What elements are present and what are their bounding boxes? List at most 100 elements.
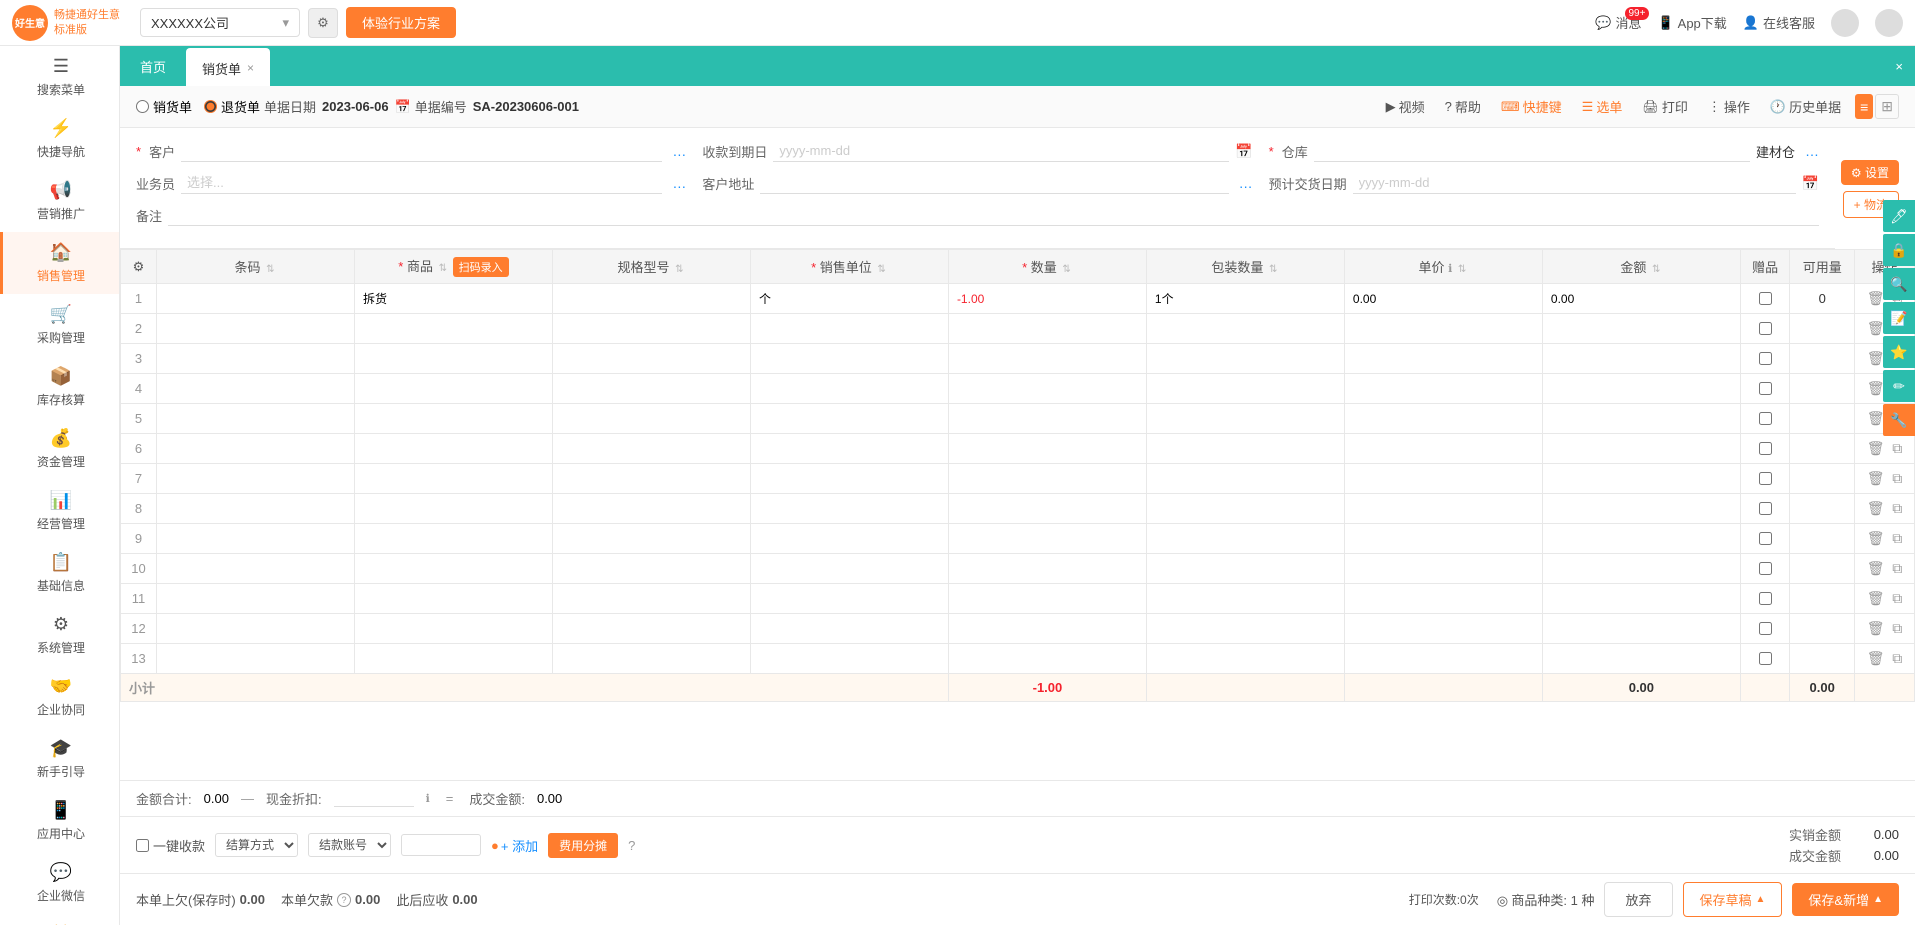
- row-spec[interactable]: [552, 494, 750, 524]
- row-unit[interactable]: [750, 614, 948, 644]
- row-price[interactable]: [1344, 464, 1542, 494]
- sidebar-item-quick-nav[interactable]: ⚡ 快捷导航: [0, 108, 119, 170]
- row-qty[interactable]: [948, 314, 1146, 344]
- row-gift[interactable]: [1740, 644, 1790, 674]
- row-amount[interactable]: [1542, 584, 1740, 614]
- row-product[interactable]: [354, 434, 552, 464]
- grid-view-btn[interactable]: ⊞: [1875, 94, 1899, 119]
- avatar[interactable]: [1831, 9, 1859, 37]
- help-btn[interactable]: ? 帮助: [1439, 94, 1487, 119]
- row-unit[interactable]: [750, 374, 948, 404]
- row-qty[interactable]: [948, 584, 1146, 614]
- copy-row-button[interactable]: ⧉: [1890, 588, 1904, 609]
- row-unit[interactable]: [750, 464, 948, 494]
- goods-type[interactable]: ◎ 商品种类: 1 种: [1497, 890, 1595, 909]
- sidebar-item-member[interactable]: 👑 畅会员: [0, 914, 119, 925]
- row-gift[interactable]: [1740, 374, 1790, 404]
- row-price[interactable]: [1344, 374, 1542, 404]
- row-gift[interactable]: [1740, 494, 1790, 524]
- customer-input[interactable]: [181, 140, 662, 162]
- tab-close-icon[interactable]: ×: [247, 61, 254, 75]
- warehouse-input[interactable]: [1314, 140, 1750, 162]
- payment-amount-input[interactable]: [401, 834, 481, 856]
- row-unit[interactable]: [750, 404, 948, 434]
- row-gift[interactable]: [1740, 614, 1790, 644]
- scan-barcode-button[interactable]: 扫码录入: [453, 257, 509, 277]
- row-amount[interactable]: [1542, 464, 1740, 494]
- row-pkgqty[interactable]: [1146, 404, 1344, 434]
- row-unit[interactable]: [750, 644, 948, 674]
- row-qty[interactable]: [948, 404, 1146, 434]
- settings-button[interactable]: ⚙ 设置: [1841, 160, 1899, 185]
- sidebar-item-sales[interactable]: 🏠 销售管理: [0, 232, 119, 294]
- row-barcode[interactable]: [157, 644, 355, 674]
- copy-row-button[interactable]: ⧉: [1890, 468, 1904, 489]
- row-barcode[interactable]: [157, 434, 355, 464]
- sidebar-item-collab[interactable]: 🤝 企业协同: [0, 666, 119, 728]
- sidebar-item-marketing[interactable]: 📢 营销推广: [0, 170, 119, 232]
- row-pkgqty[interactable]: [1146, 314, 1344, 344]
- row-amount[interactable]: [1542, 374, 1740, 404]
- sidebar-item-inventory[interactable]: 📦 库存核算: [0, 356, 119, 418]
- add-payment-button[interactable]: ● + 添加: [491, 836, 538, 855]
- sidebar-item-finance[interactable]: 💰 资金管理: [0, 418, 119, 480]
- row-product[interactable]: [354, 494, 552, 524]
- salesperson-input[interactable]: [181, 172, 662, 194]
- row-barcode[interactable]: [157, 314, 355, 344]
- col-settings-header[interactable]: ⚙: [121, 250, 157, 284]
- row-unit[interactable]: [750, 284, 948, 314]
- payment-date-input[interactable]: [773, 140, 1229, 162]
- spec-sort-icon[interactable]: ⇅: [675, 264, 683, 275]
- select-btn[interactable]: ☰ 选单: [1576, 94, 1629, 119]
- amount-sort-icon[interactable]: ⇅: [1652, 264, 1660, 275]
- print-btn[interactable]: 🖨 打印: [1636, 94, 1694, 119]
- sidebar-item-operations[interactable]: 📊 经营管理: [0, 480, 119, 542]
- row-pkgqty[interactable]: [1146, 584, 1344, 614]
- row-qty[interactable]: [948, 464, 1146, 494]
- row-barcode[interactable]: [157, 554, 355, 584]
- row-pkgqty[interactable]: [1146, 464, 1344, 494]
- row-product[interactable]: [354, 554, 552, 584]
- sidebar-item-purchase[interactable]: 🛒 采购管理: [0, 294, 119, 356]
- fee-help-icon[interactable]: ?: [628, 838, 635, 853]
- row-price[interactable]: [1344, 344, 1542, 374]
- row-unit[interactable]: [750, 524, 948, 554]
- row-qty[interactable]: [948, 524, 1146, 554]
- row-spec[interactable]: [552, 374, 750, 404]
- online-support-button[interactable]: 👤 在线客服: [1743, 13, 1815, 32]
- row-amount[interactable]: [1542, 404, 1740, 434]
- row-price[interactable]: [1344, 644, 1542, 674]
- row-gift[interactable]: [1740, 434, 1790, 464]
- row-amount[interactable]: [1542, 494, 1740, 524]
- sidebar-item-system[interactable]: ⚙ 系统管理: [0, 604, 119, 666]
- row-qty[interactable]: [948, 494, 1146, 524]
- price-sort-icon[interactable]: ⇅: [1458, 264, 1466, 275]
- row-pkgqty[interactable]: [1146, 284, 1344, 314]
- row-pkgqty[interactable]: [1146, 554, 1344, 584]
- row-spec[interactable]: [552, 464, 750, 494]
- row-barcode[interactable]: [157, 374, 355, 404]
- row-barcode[interactable]: [157, 464, 355, 494]
- row-pkgqty[interactable]: [1146, 494, 1344, 524]
- operations-btn[interactable]: ⋮ 操作: [1702, 94, 1756, 119]
- row-gift[interactable]: [1740, 404, 1790, 434]
- sidebar-item-search[interactable]: ☰ 搜索菜单: [0, 46, 119, 108]
- row-qty[interactable]: [948, 554, 1146, 584]
- calendar-icon[interactable]: 📅: [395, 99, 411, 115]
- row-product[interactable]: [354, 314, 552, 344]
- row-unit[interactable]: [750, 344, 948, 374]
- abandon-button[interactable]: 放弃: [1604, 882, 1672, 917]
- row-pkgqty[interactable]: [1146, 374, 1344, 404]
- delete-row-button[interactable]: 🗑: [1865, 588, 1887, 609]
- delete-row-button[interactable]: 🗑: [1865, 618, 1887, 639]
- row-price[interactable]: [1344, 524, 1542, 554]
- row-gift[interactable]: [1740, 344, 1790, 374]
- row-unit[interactable]: [750, 584, 948, 614]
- tab-sales-order[interactable]: 销货单 ×: [186, 48, 270, 88]
- discount-input[interactable]: [334, 791, 414, 807]
- company-selector[interactable]: XXXXXX公司 ▾: [140, 8, 300, 37]
- fee-split-button[interactable]: 费用分摊: [548, 833, 618, 858]
- sidebar-item-apps[interactable]: 📱 应用中心: [0, 790, 119, 852]
- row-pkgqty[interactable]: [1146, 614, 1344, 644]
- row-unit[interactable]: [750, 554, 948, 584]
